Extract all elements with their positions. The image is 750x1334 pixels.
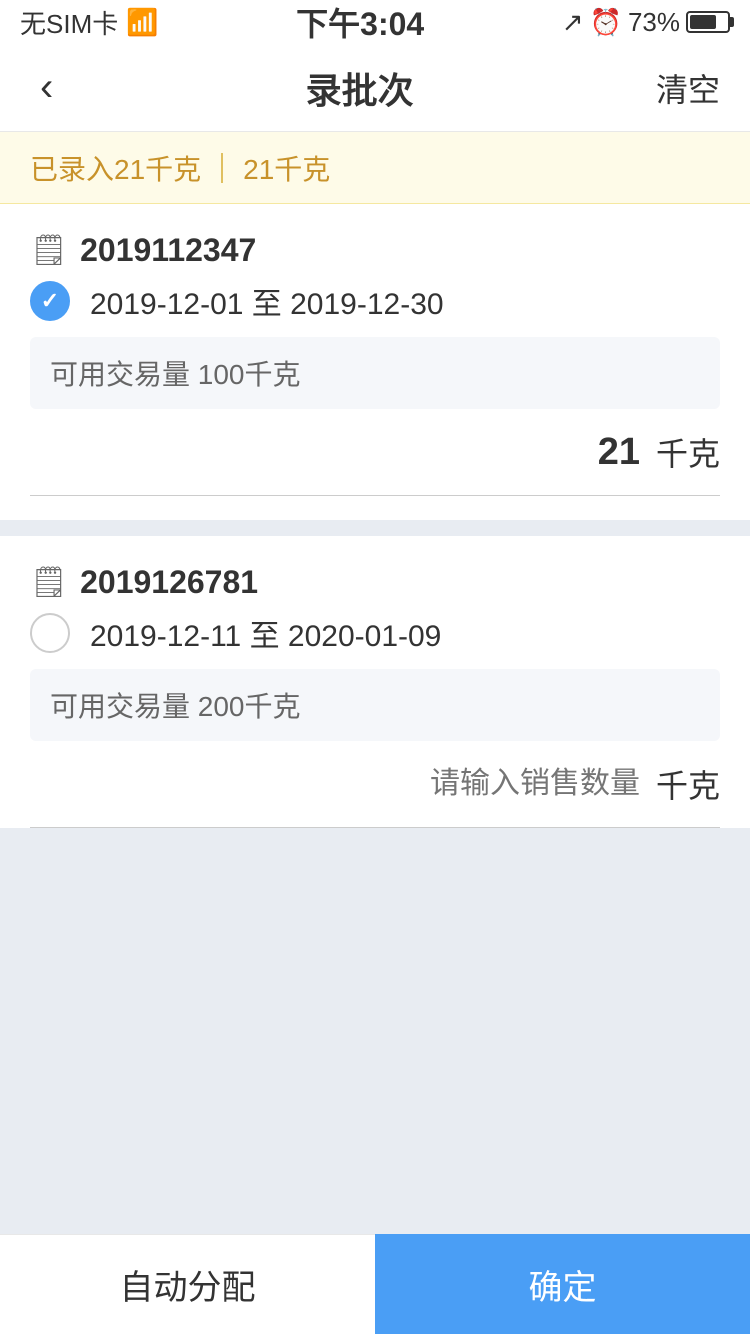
batch-1-id: 2019112347 bbox=[80, 232, 256, 269]
check-icon: ✓ bbox=[41, 288, 59, 314]
batch-1-date-row[interactable]: ✓ 2019-12-01 至 2019-12-30 bbox=[0, 279, 750, 323]
location-icon: ↗ bbox=[562, 7, 584, 38]
batch-2-icon: 🗒 bbox=[30, 565, 68, 600]
batch-1-quantity-row: 千克 bbox=[0, 409, 750, 495]
bottom-bar: 自动分配 确定 bbox=[0, 1234, 750, 1334]
status-time: 下午3:04 bbox=[296, 0, 424, 45]
total-amount: 21千克 bbox=[243, 148, 330, 188]
batch-item-1: 🗒 2019112347 ✓ 2019-12-01 至 2019-12-30 可… bbox=[0, 204, 750, 520]
batch-1-quantity-input[interactable] bbox=[520, 431, 640, 474]
batch-1-availability: 可用交易量 100千克 bbox=[30, 337, 720, 409]
confirm-button[interactable]: 确定 bbox=[375, 1234, 750, 1334]
battery-icon bbox=[686, 11, 730, 33]
section-separator-1 bbox=[0, 520, 750, 536]
batch-2-unit: 千克 bbox=[656, 761, 720, 807]
batch-2-header: 🗒 2019126781 bbox=[0, 536, 750, 611]
page-title: 录批次 bbox=[306, 62, 414, 114]
wifi-icon: 📶 bbox=[126, 7, 158, 38]
auto-distribute-button[interactable]: 自动分配 bbox=[0, 1234, 375, 1334]
batch-2-date-row[interactable]: 2019-12-11 至 2020-01-09 bbox=[0, 611, 750, 655]
status-left: 无SIM卡 📶 bbox=[20, 4, 159, 41]
batch-1-icon: 🗒 bbox=[30, 233, 68, 268]
battery-percent: 73% bbox=[628, 7, 680, 38]
banner-divider bbox=[221, 153, 223, 183]
batch-2-availability: 可用交易量 200千克 bbox=[30, 669, 720, 741]
batch-2-radio[interactable] bbox=[30, 613, 70, 653]
batch-2-quantity-row: 千克 bbox=[0, 741, 750, 827]
status-right: ↗ ⏰ 73% bbox=[562, 7, 730, 38]
batch-2-date: 2019-12-11 至 2020-01-09 bbox=[90, 611, 441, 655]
gray-area bbox=[0, 828, 750, 1268]
batch-1-header: 🗒 2019112347 bbox=[0, 204, 750, 279]
batch-1-underline bbox=[30, 495, 720, 496]
batch-1-radio[interactable]: ✓ bbox=[30, 281, 70, 321]
status-bar: 无SIM卡 📶 下午3:04 ↗ ⏰ 73% bbox=[0, 0, 750, 44]
batch-2-quantity-input[interactable] bbox=[30, 767, 640, 801]
clear-button[interactable]: 清空 bbox=[656, 65, 720, 111]
sim-text: 无SIM卡 bbox=[20, 4, 118, 41]
alarm-icon: ⏰ bbox=[590, 7, 622, 38]
batch-1-date: 2019-12-01 至 2019-12-30 bbox=[90, 279, 444, 323]
recorded-amount: 已录入21千克 bbox=[30, 148, 201, 188]
batch-item-2: 🗒 2019126781 2019-12-11 至 2020-01-09 可用交… bbox=[0, 536, 750, 828]
batch-2-id: 2019126781 bbox=[80, 564, 258, 601]
nav-bar: ‹ 录批次 清空 bbox=[0, 44, 750, 132]
batch-1-unit: 千克 bbox=[656, 429, 720, 475]
info-banner: 已录入21千克 21千克 bbox=[0, 132, 750, 204]
back-button[interactable]: ‹ bbox=[30, 55, 63, 120]
